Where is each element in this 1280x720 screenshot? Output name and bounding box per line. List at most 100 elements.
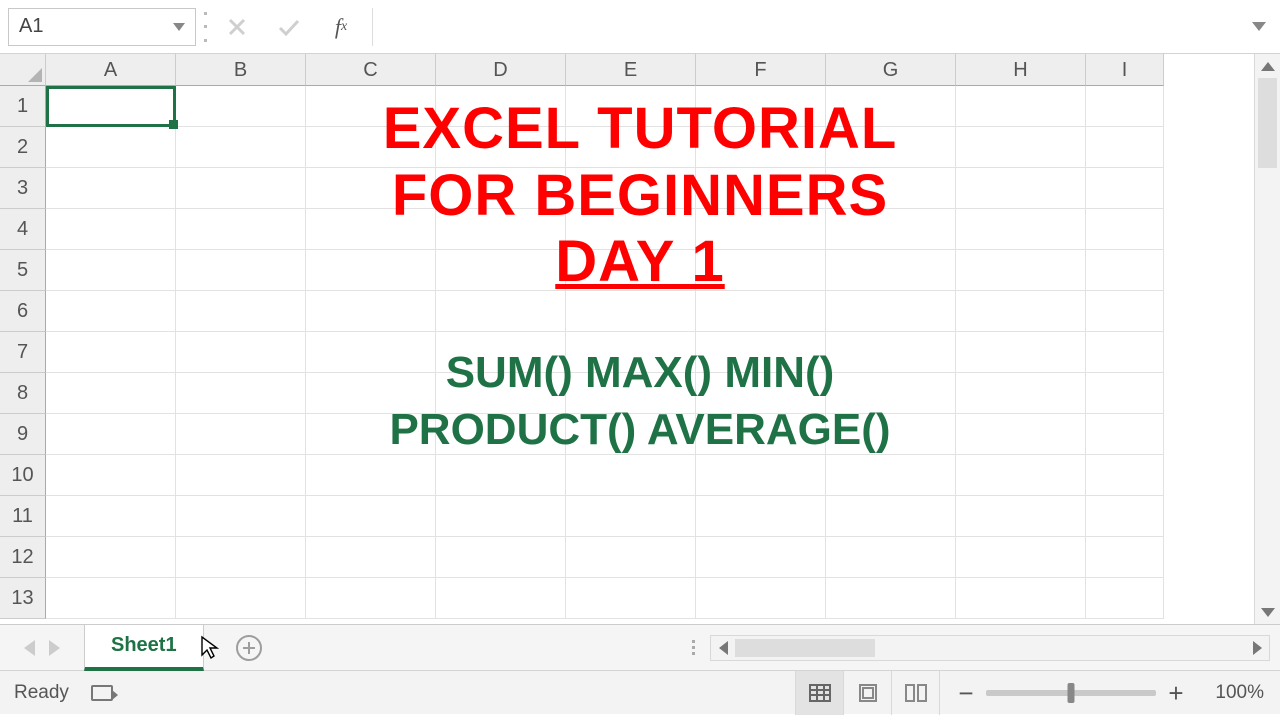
vertical-scrollbar[interactable] [1254, 54, 1280, 624]
cell[interactable] [176, 496, 306, 537]
cell[interactable] [46, 86, 176, 127]
cell[interactable] [696, 537, 826, 578]
cell[interactable] [696, 496, 826, 537]
cell[interactable] [566, 578, 696, 619]
zoom-out-button[interactable]: − [956, 680, 976, 706]
row-header[interactable]: 7 [0, 332, 46, 373]
cell[interactable] [956, 496, 1086, 537]
insert-function-button[interactable]: fx [324, 10, 358, 44]
cell[interactable] [826, 168, 956, 209]
cell[interactable] [436, 373, 566, 414]
tab-prev-icon[interactable] [24, 640, 35, 656]
cell[interactable] [566, 332, 696, 373]
macro-record-icon[interactable] [91, 685, 113, 701]
cell[interactable] [1086, 86, 1164, 127]
cell[interactable] [46, 127, 176, 168]
new-sheet-button[interactable] [224, 635, 274, 661]
cell[interactable] [696, 250, 826, 291]
view-normal-button[interactable] [795, 671, 843, 715]
column-header[interactable]: G [826, 54, 956, 86]
cell[interactable] [436, 291, 566, 332]
cell[interactable] [46, 209, 176, 250]
cell[interactable] [1086, 209, 1164, 250]
grid[interactable]: A B C D E F G H I 1 2 3 4 5 6 7 8 9 10 1… [0, 54, 1254, 624]
cell[interactable] [306, 496, 436, 537]
cell[interactable] [1086, 414, 1164, 455]
cell[interactable] [956, 86, 1086, 127]
cell[interactable] [306, 127, 436, 168]
cell[interactable] [956, 127, 1086, 168]
cell[interactable] [826, 250, 956, 291]
view-page-layout-button[interactable] [843, 671, 891, 715]
cell[interactable] [1086, 250, 1164, 291]
cell[interactable] [306, 209, 436, 250]
cell[interactable] [566, 168, 696, 209]
cell[interactable] [176, 537, 306, 578]
cell[interactable] [176, 373, 306, 414]
cell[interactable] [306, 578, 436, 619]
cell[interactable] [306, 373, 436, 414]
cell[interactable] [46, 537, 176, 578]
row-header[interactable]: 11 [0, 496, 46, 537]
expand-formula-bar-icon[interactable] [1252, 22, 1266, 31]
vscroll-thumb[interactable] [1258, 78, 1277, 168]
cell[interactable] [176, 291, 306, 332]
cell[interactable] [696, 209, 826, 250]
cell[interactable] [1086, 332, 1164, 373]
cell[interactable] [696, 291, 826, 332]
cell[interactable] [46, 332, 176, 373]
cell[interactable] [46, 250, 176, 291]
cell[interactable] [826, 373, 956, 414]
scroll-right-icon[interactable] [1245, 636, 1269, 660]
cell[interactable] [176, 332, 306, 373]
hscroll-thumb[interactable] [735, 639, 875, 657]
vscroll-track[interactable] [1255, 78, 1280, 600]
cell[interactable] [46, 291, 176, 332]
cell[interactable] [696, 127, 826, 168]
column-header[interactable]: B [176, 54, 306, 86]
cell[interactable] [696, 168, 826, 209]
cell[interactable] [826, 537, 956, 578]
column-header[interactable]: E [566, 54, 696, 86]
cell[interactable] [46, 455, 176, 496]
cell[interactable] [826, 496, 956, 537]
cell[interactable] [826, 86, 956, 127]
cell[interactable] [176, 455, 306, 496]
cell[interactable] [826, 209, 956, 250]
cell[interactable] [696, 455, 826, 496]
cell[interactable] [306, 455, 436, 496]
cell[interactable] [696, 414, 826, 455]
cell[interactable] [956, 537, 1086, 578]
cell[interactable] [566, 86, 696, 127]
cell[interactable] [46, 373, 176, 414]
cell[interactable] [46, 414, 176, 455]
tab-resize-handle[interactable] [676, 640, 710, 655]
cell[interactable] [956, 455, 1086, 496]
cell[interactable] [46, 578, 176, 619]
cell[interactable] [436, 578, 566, 619]
cell[interactable] [696, 332, 826, 373]
row-header[interactable]: 8 [0, 373, 46, 414]
cell[interactable] [1086, 455, 1164, 496]
cell[interactable] [436, 537, 566, 578]
cell[interactable] [696, 578, 826, 619]
row-header[interactable]: 6 [0, 291, 46, 332]
cell[interactable] [566, 209, 696, 250]
row-header[interactable]: 12 [0, 537, 46, 578]
cell[interactable] [176, 127, 306, 168]
scroll-up-icon[interactable] [1255, 54, 1280, 78]
select-all-corner[interactable] [0, 54, 46, 86]
cell[interactable] [436, 86, 566, 127]
cell[interactable] [826, 414, 956, 455]
cell[interactable] [566, 250, 696, 291]
column-header[interactable]: D [436, 54, 566, 86]
cell[interactable] [436, 496, 566, 537]
cell[interactable] [436, 209, 566, 250]
cell[interactable] [436, 250, 566, 291]
cell[interactable] [956, 332, 1086, 373]
name-box[interactable]: A1 [8, 8, 196, 46]
row-header[interactable]: 10 [0, 455, 46, 496]
sheet-tab-active[interactable]: Sheet1 [84, 625, 204, 671]
formula-input[interactable] [372, 8, 1244, 46]
cell[interactable] [306, 86, 436, 127]
